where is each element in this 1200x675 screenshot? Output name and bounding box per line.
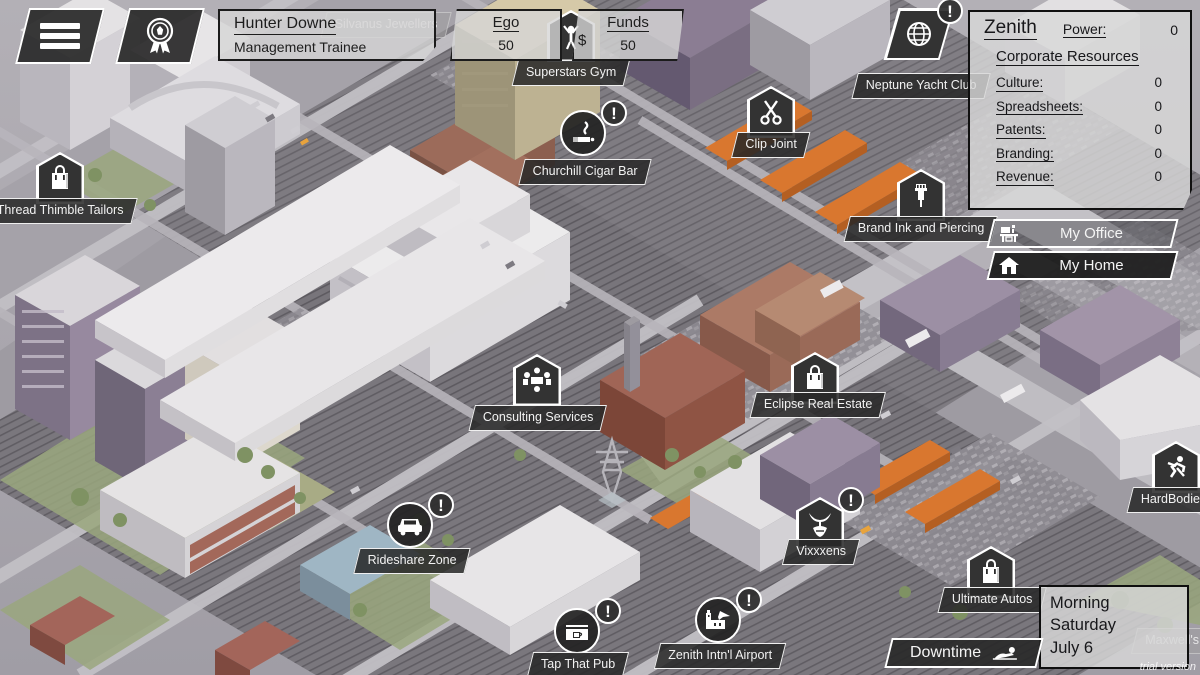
corporate-resource-row: Patents: 0 bbox=[996, 122, 1178, 139]
trial-version-watermark: trial version bbox=[1139, 661, 1196, 673]
cigarette-icon[interactable] bbox=[560, 110, 606, 156]
power-value: 0 bbox=[1170, 22, 1178, 38]
corporate-resources-panel[interactable]: Zenith Power: 0 Corporate Resources Cult… bbox=[968, 10, 1192, 210]
poi-name: HardBodies G bbox=[1140, 492, 1200, 506]
lounging-person-icon bbox=[992, 646, 1018, 661]
time-period: Morning bbox=[1050, 594, 1110, 612]
corporate-resource-row: Spreadsheets: 0 bbox=[996, 99, 1178, 116]
alert-exclamation-badge[interactable]: ! bbox=[736, 587, 762, 613]
corporate-resource-row: Revenue: 0 bbox=[996, 169, 1178, 186]
resource-key: Patents: bbox=[996, 122, 1046, 139]
resource-value: 0 bbox=[1154, 169, 1162, 185]
hamburger-menu-icon bbox=[40, 23, 80, 49]
resource-value: 0 bbox=[1154, 98, 1162, 114]
car-front-icon[interactable] bbox=[387, 502, 433, 548]
poi-name: Rideshare Zone bbox=[367, 553, 457, 567]
my-office-label: My Office bbox=[1059, 225, 1124, 242]
poi-label[interactable]: HardBodies G bbox=[1126, 487, 1200, 513]
poi-label[interactable]: Eclipse Real Estate bbox=[749, 392, 887, 418]
poi-label[interactable]: Zenith Intn'l Airport bbox=[653, 643, 787, 669]
time-panel[interactable]: Morning Saturday July 6 bbox=[1039, 585, 1189, 669]
pub-front-icon[interactable] bbox=[554, 608, 600, 654]
downtime-button[interactable]: Downtime bbox=[884, 638, 1044, 668]
resource-value: 0 bbox=[1154, 122, 1162, 138]
poi-label[interactable]: Vixxxens bbox=[781, 539, 861, 565]
corporate-resource-rows: Culture: 0 Spreadsheets: 0 Patents: 0 Branding… bbox=[984, 75, 1178, 186]
poi-label[interactable]: Consulting Services bbox=[468, 405, 608, 431]
resource-key: Revenue: bbox=[996, 169, 1054, 186]
achievements-button[interactable] bbox=[115, 8, 205, 64]
corporate-resource-row: Branding: 0 bbox=[996, 146, 1178, 163]
resource-key: Culture: bbox=[996, 75, 1044, 92]
poi-name: Zenith Intn'l Airport bbox=[668, 648, 773, 662]
downtime-label: Downtime bbox=[910, 644, 982, 661]
poi-label[interactable]: Clip Joint bbox=[731, 132, 811, 158]
alert-exclamation-badge[interactable]: ! bbox=[428, 492, 454, 518]
resource-value: 0 bbox=[1154, 145, 1162, 161]
poi-label[interactable]: Thread Thimble Tailors bbox=[0, 198, 138, 224]
alert-exclamation-badge[interactable]: ! bbox=[601, 100, 627, 126]
poi-name: Superstars Gym bbox=[525, 65, 617, 79]
poi-label[interactable]: Rideshare Zone bbox=[353, 548, 471, 574]
poi-name: Eclipse Real Estate bbox=[763, 397, 873, 411]
corporate-resource-row: Culture: 0 bbox=[996, 75, 1178, 92]
poi-name: Vixxxens bbox=[796, 544, 847, 558]
funds-value: 50 bbox=[620, 37, 636, 53]
time-date: July 6 bbox=[1050, 638, 1094, 657]
award-ribbon-icon bbox=[143, 17, 177, 55]
main-menu-button[interactable] bbox=[15, 8, 105, 64]
funds-currency-symbol: $ bbox=[578, 32, 587, 49]
my-office-button[interactable]: My Office bbox=[986, 219, 1179, 248]
poi-name: Neptune Yacht Club bbox=[865, 78, 977, 92]
power-label: Power: bbox=[1062, 21, 1107, 39]
poi-label[interactable]: Brand Ink and Piercing bbox=[843, 216, 999, 242]
funds-stat-panel[interactable]: Funds 50 bbox=[572, 9, 684, 61]
poi-name: Clip Joint bbox=[745, 137, 797, 151]
poi-name: Brand Ink and Piercing bbox=[857, 221, 985, 235]
alert-exclamation-badge[interactable]: ! bbox=[595, 598, 621, 624]
corporate-resources-heading: Corporate Resources bbox=[996, 47, 1139, 67]
poi-label[interactable]: Ultimate Autos bbox=[937, 587, 1047, 613]
poi-name: Tap That Pub bbox=[541, 657, 616, 671]
ego-stat-panel[interactable]: Ego 50 bbox=[450, 9, 562, 61]
character-info-panel[interactable]: Hunter Downe Management Trainee bbox=[218, 9, 436, 61]
airport-icon[interactable] bbox=[695, 597, 741, 643]
character-name: Hunter Downe bbox=[234, 15, 337, 35]
poi-name: Churchill Cigar Bar bbox=[532, 164, 638, 178]
poi-label[interactable]: Superstars Gym bbox=[511, 60, 631, 86]
poi-label[interactable]: Churchill Cigar Bar bbox=[518, 159, 652, 185]
office-desk-icon bbox=[992, 224, 1026, 243]
poi-name: Ultimate Autos bbox=[951, 592, 1033, 606]
alert-exclamation-badge[interactable]: ! bbox=[838, 487, 864, 513]
my-home-label: My Home bbox=[1059, 257, 1124, 274]
ego-value: 50 bbox=[498, 37, 514, 53]
poi-label[interactable]: Tap That Pub bbox=[526, 652, 630, 675]
poi-name: Thread Thimble Tailors bbox=[0, 203, 124, 217]
resource-value: 0 bbox=[1154, 75, 1162, 91]
house-icon bbox=[992, 256, 1026, 275]
resource-key: Spreadsheets: bbox=[996, 98, 1084, 116]
ego-label: Ego bbox=[492, 14, 520, 32]
my-home-button[interactable]: My Home bbox=[986, 251, 1179, 280]
funds-label: Funds bbox=[607, 14, 649, 32]
poi-name: Consulting Services bbox=[482, 410, 594, 424]
resource-key: Branding: bbox=[996, 145, 1054, 163]
city-name: Zenith bbox=[984, 17, 1037, 40]
character-role: Management Trainee bbox=[234, 39, 367, 55]
time-weekday: Saturday bbox=[1050, 616, 1117, 635]
